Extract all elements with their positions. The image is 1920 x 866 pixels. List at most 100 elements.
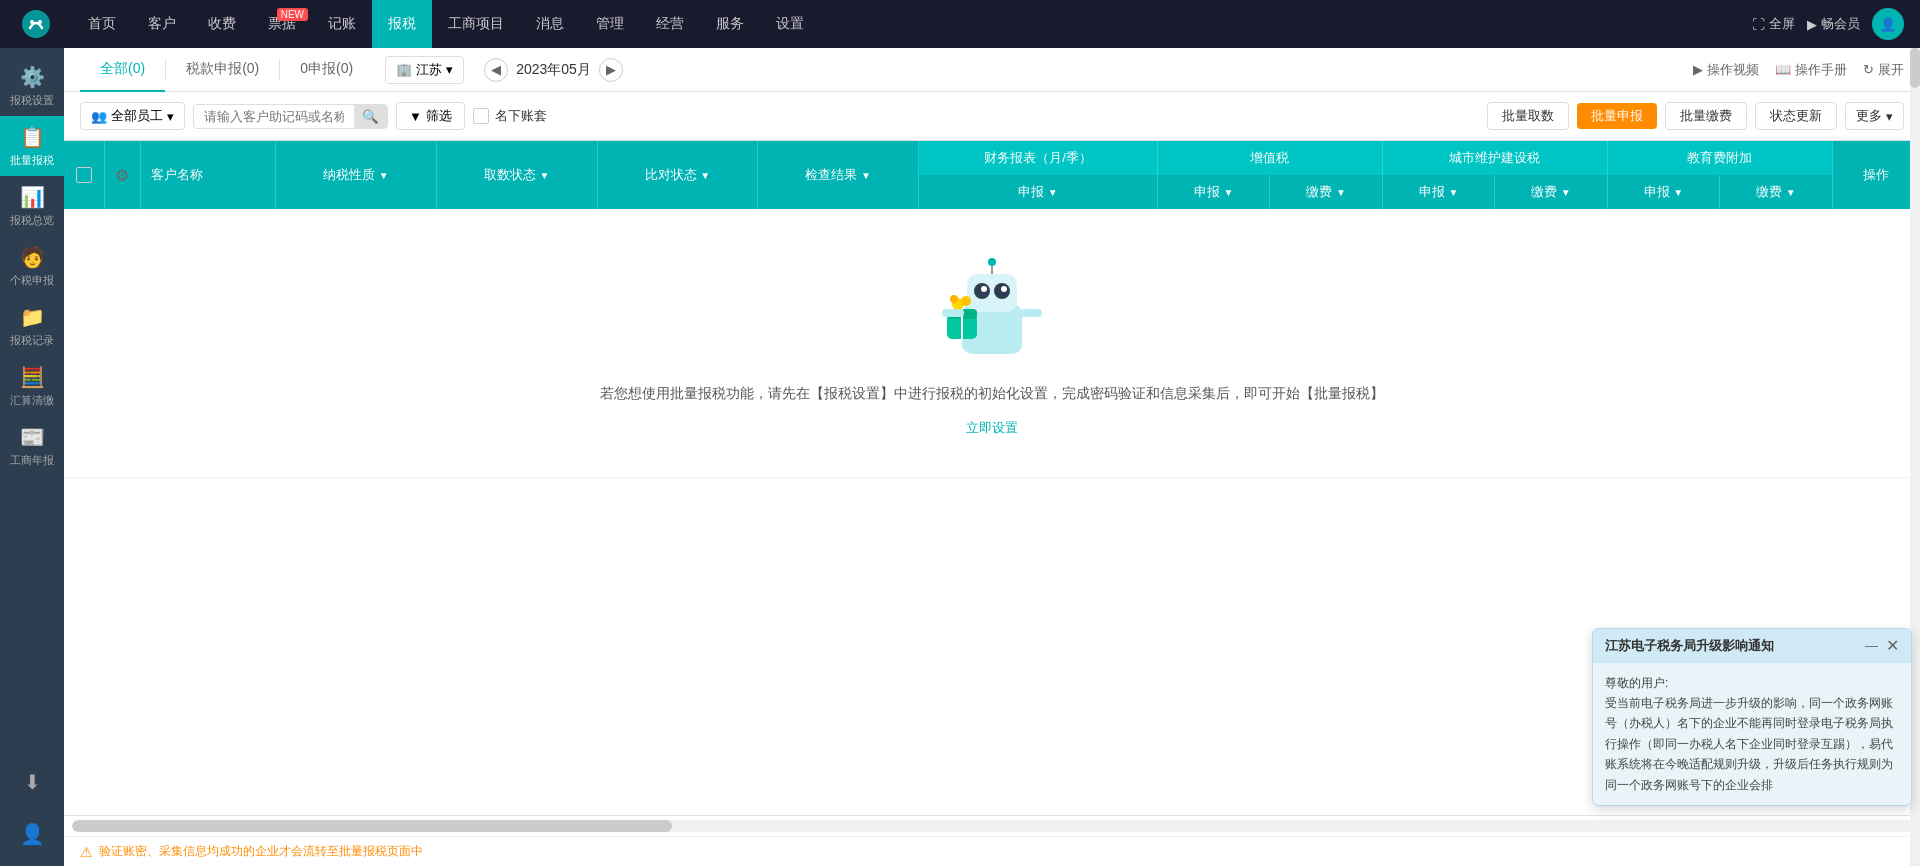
th-vat-pay: 缴费 ▼ [1270, 175, 1382, 209]
batch-tax-icon: 📋 [20, 125, 45, 149]
nav-home[interactable]: 首页 [72, 0, 132, 48]
popup-content: 尊敬的用户: 受当前电子税务局进一步升级的影响，同一个政务网账号（办税人）名下的… [1605, 673, 1899, 795]
check-filter-icon[interactable]: ▼ [861, 170, 871, 181]
sidebar-item-tax-overview[interactable]: 📊 报税总览 [0, 176, 64, 236]
th-financial-declare: 申报 ▼ [919, 175, 1158, 209]
robot-illustration [932, 249, 1052, 369]
batch-fetch-button[interactable]: 批量取数 [1487, 102, 1569, 130]
popup-close-button[interactable]: ✕ [1886, 638, 1899, 654]
tab-tax-declare[interactable]: 税款申报(0) [166, 48, 279, 92]
empty-state: 若您想使用批量报税功能，请先在【报税设置】中进行报税的初始化设置，完成密码验证和… [64, 209, 1920, 477]
period-prev-button[interactable]: ◀ [484, 58, 508, 82]
popup-body: 尊敬的用户: 受当前电子税务局进一步升级的影响，同一个政务网账号（办税人）名下的… [1593, 663, 1911, 805]
nav-business[interactable]: 工商项目 [432, 0, 520, 48]
edu-pay-filter-icon[interactable]: ▼ [1786, 187, 1796, 198]
period-text: 2023年05月 [516, 61, 591, 79]
warning-icon: ⚠ [80, 844, 93, 860]
search-button[interactable]: 🔍 [354, 105, 387, 128]
filter-icon: ▼ [409, 109, 422, 124]
nav-settings[interactable]: 设置 [760, 0, 820, 48]
member-button[interactable]: ▶ 畅会员 [1807, 15, 1860, 33]
setup-link[interactable]: 立即设置 [966, 419, 1018, 437]
logo[interactable] [16, 4, 56, 44]
svg-point-15 [961, 296, 971, 306]
nav-invoice[interactable]: 票据 NEW [252, 0, 312, 48]
region-selector[interactable]: 🏢 江苏 ▾ [385, 56, 464, 84]
more-button[interactable]: 更多 ▾ [1845, 102, 1904, 130]
operation-manual-link[interactable]: 📖 操作手册 [1775, 61, 1847, 79]
fetch-filter-icon[interactable]: ▼ [540, 170, 550, 181]
scroll-thumb[interactable] [72, 820, 672, 832]
batch-pay-button[interactable]: 批量缴费 [1665, 102, 1747, 130]
sidebar-bottom: ⬇ 👤 [8, 758, 56, 866]
popup-minimize-icon[interactable]: — [1865, 638, 1878, 653]
user-avatar[interactable]: 👤 [1872, 8, 1904, 40]
right-scrollbar-thumb[interactable] [1910, 48, 1920, 88]
status-update-button[interactable]: 状态更新 [1755, 102, 1837, 130]
nav-right-actions: ⛶ 全屏 ▶ 畅会员 👤 [1752, 8, 1904, 40]
annual-report-icon: 📰 [20, 425, 45, 449]
batch-declare-button[interactable]: 批量申报 [1577, 103, 1657, 129]
svg-point-2 [38, 20, 42, 24]
tax-overview-icon: 📊 [20, 185, 45, 209]
sidebar-download[interactable]: ⬇ [8, 758, 56, 806]
nav-services[interactable]: 服务 [700, 0, 760, 48]
th-vat-declare: 申报 ▼ [1157, 175, 1269, 209]
sub-accounts-checkbox[interactable] [473, 108, 489, 124]
svg-point-10 [988, 258, 996, 266]
period-next-button[interactable]: ▶ [599, 58, 623, 82]
search-input[interactable] [194, 105, 354, 128]
sidebar-item-annual-settlement[interactable]: 🧮 汇算清缴 [0, 356, 64, 416]
nav-billing[interactable]: 收费 [192, 0, 252, 48]
nav-operations[interactable]: 经营 [640, 0, 700, 48]
fullscreen-button[interactable]: ⛶ 全屏 [1752, 15, 1795, 33]
status-bar: ⚠ 验证账密、采集信息均成功的企业才会流转至批量报税页面中 [64, 836, 1920, 866]
sidebar-item-personal-tax[interactable]: 🧑 个税申报 [0, 236, 64, 296]
checkbox-label[interactable]: 名下账套 [473, 107, 547, 125]
filter-button[interactable]: ▼ 筛选 [396, 102, 465, 130]
nav-messages[interactable]: 消息 [520, 0, 580, 48]
svg-point-1 [30, 20, 34, 24]
tab-zero-declare[interactable]: 0申报(0) [280, 48, 373, 92]
tab-all[interactable]: 全部(0) [80, 48, 165, 92]
popup-header: 江苏电子税务局升级影响通知 — ✕ [1593, 629, 1911, 663]
th-operations: 操作 [1832, 141, 1919, 209]
personal-tax-icon: 🧑 [20, 245, 45, 269]
select-all-checkbox[interactable] [76, 167, 92, 183]
nav-management[interactable]: 管理 [580, 0, 640, 48]
sidebar-item-tax-records[interactable]: 📁 报税记录 [0, 296, 64, 356]
edu-declare-filter-icon[interactable]: ▼ [1673, 187, 1683, 198]
scroll-track[interactable] [72, 820, 1912, 832]
th-check-result: 检查结果 ▼ [758, 141, 919, 209]
th-fetch-status: 取数状态 ▼ [436, 141, 597, 209]
column-settings-icon[interactable]: ⚙ [115, 167, 129, 184]
refresh-icon: ↻ [1863, 62, 1874, 77]
th-edu-declare: 申报 ▼ [1607, 175, 1719, 209]
sidebar-item-annual-report[interactable]: 📰 工商年报 [0, 416, 64, 476]
sidebar-item-tax-settings[interactable]: ⚙️ 报税设置 [0, 56, 64, 116]
nav-tax[interactable]: 报税 [372, 0, 432, 48]
sidebar-profile[interactable]: 👤 [8, 810, 56, 858]
urban-declare-filter-icon[interactable]: ▼ [1448, 187, 1458, 198]
notification-popup: 江苏电子税务局升级影响通知 — ✕ 尊敬的用户: 受当前电子税务局进一步升级的影… [1592, 628, 1912, 806]
video-icon: ▶ [1693, 62, 1703, 77]
th-urban-pay: 缴费 ▼ [1495, 175, 1607, 209]
svg-rect-17 [942, 309, 964, 317]
employee-selector[interactable]: 👥 全部员工 ▾ [80, 102, 185, 130]
compare-filter-icon[interactable]: ▼ [700, 170, 710, 181]
sidebar-item-batch-tax[interactable]: 📋 批量报税 [0, 116, 64, 176]
tab-bar: 全部(0) 税款申报(0) 0申报(0) 🏢 江苏 ▾ ◀ 2023年05月 ▶… [64, 48, 1920, 92]
region-icon: 🏢 [396, 62, 412, 77]
refresh-link[interactable]: ↻ 展开 [1863, 61, 1904, 79]
tax-settings-icon: ⚙️ [20, 65, 45, 89]
operation-video-link[interactable]: ▶ 操作视频 [1693, 61, 1759, 79]
employee-icon: 👥 [91, 109, 107, 124]
fin-declare-filter-icon[interactable]: ▼ [1048, 187, 1058, 198]
vat-pay-filter-icon[interactable]: ▼ [1336, 187, 1346, 198]
toolbar: 👥 全部员工 ▾ 🔍 ▼ 筛选 名下账套 批量取数 批量申报 批量缴费 状态更新… [64, 92, 1920, 141]
tax-nature-filter-icon[interactable]: ▼ [379, 170, 389, 181]
vat-declare-filter-icon[interactable]: ▼ [1224, 187, 1234, 198]
nav-client[interactable]: 客户 [132, 0, 192, 48]
nav-accounting[interactable]: 记账 [312, 0, 372, 48]
urban-pay-filter-icon[interactable]: ▼ [1561, 187, 1571, 198]
